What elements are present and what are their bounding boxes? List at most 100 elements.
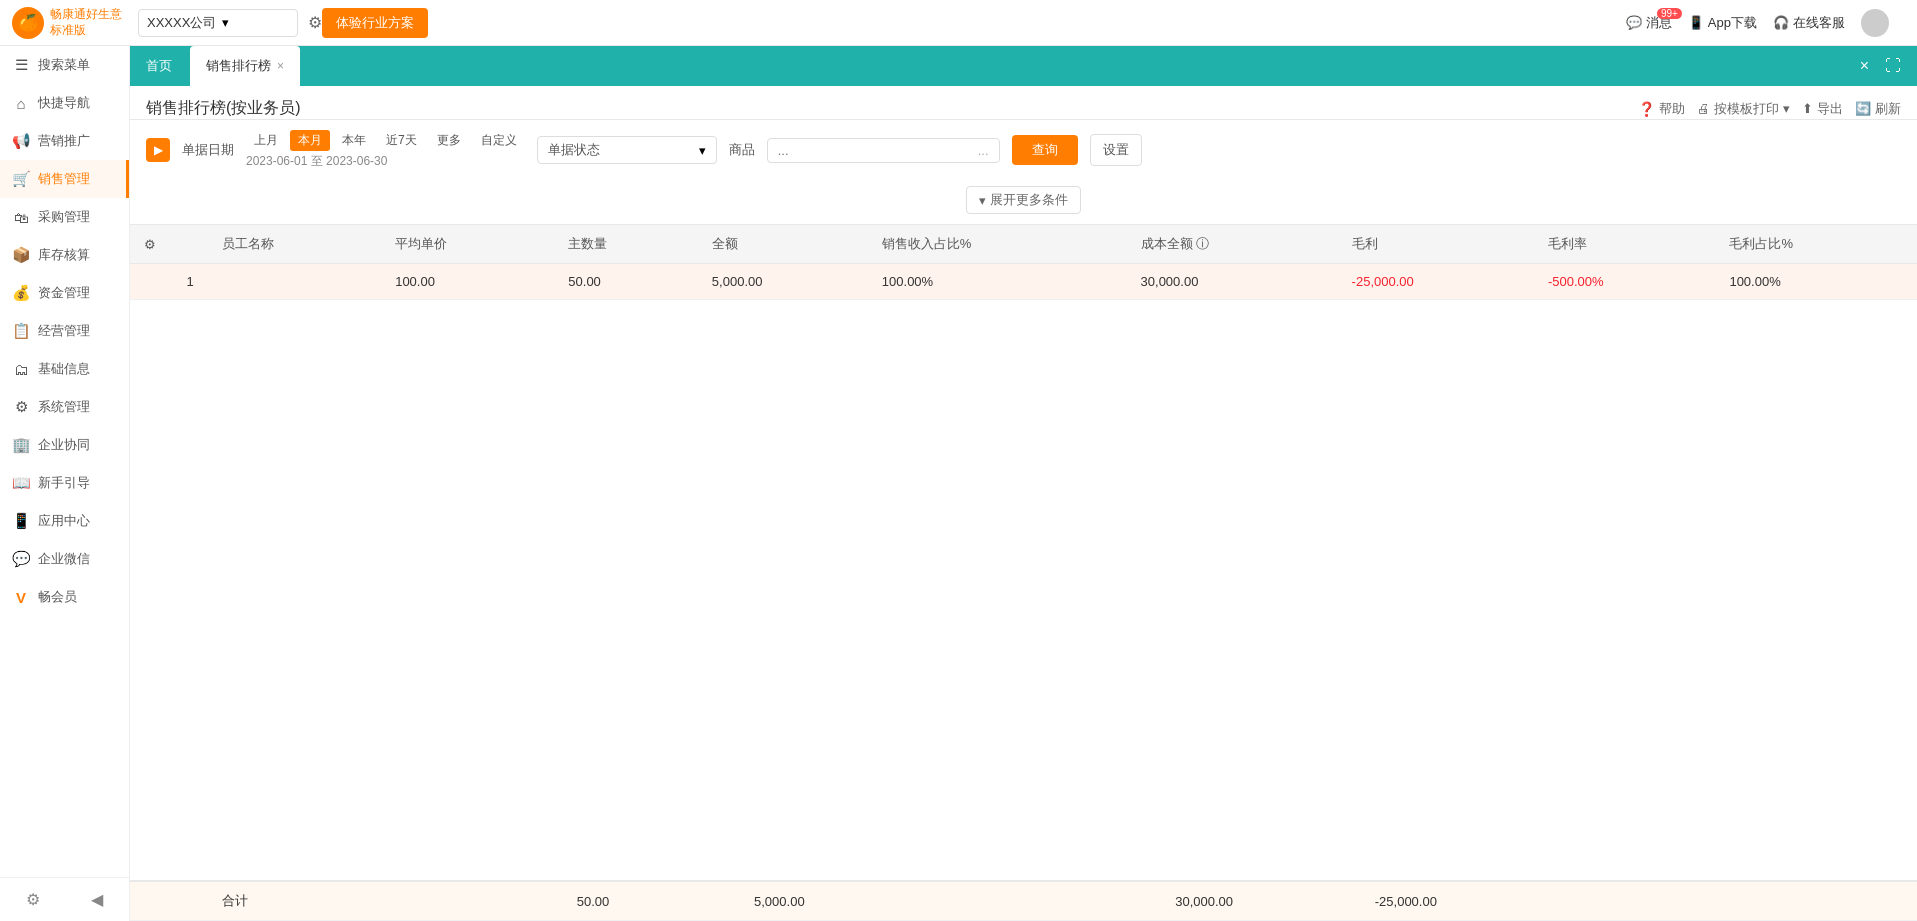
inventory-icon: 📦 <box>12 246 30 264</box>
window-max-btn[interactable]: ⛶ <box>1881 53 1905 79</box>
date-tab-7days[interactable]: 近7天 <box>378 130 425 151</box>
chevron-down-icon: ▾ <box>222 15 229 30</box>
goods-input[interactable] <box>778 143 978 158</box>
sidebar-label: 快捷导航 <box>38 94 90 112</box>
sidebar-item-quick-nav[interactable]: ⌂ 快捷导航 <box>0 84 129 122</box>
guide-icon: 📖 <box>12 474 30 492</box>
goods-label: 商品 <box>729 141 755 159</box>
status-chevron-icon: ▾ <box>699 143 706 158</box>
sidebar-item-system[interactable]: ⚙ 系统管理 <box>0 388 129 426</box>
app-center-icon: 📱 <box>12 512 30 530</box>
base-info-icon: 🗂 <box>12 361 30 378</box>
company-selector[interactable]: XXXXX公司 ▾ <box>138 9 298 37</box>
refresh-icon: 🔄 <box>1855 101 1871 116</box>
col-amount: 全额 <box>700 225 870 264</box>
row-profit: -25,000.00 <box>1340 264 1536 300</box>
sidebar-item-base-info[interactable]: 🗂 基础信息 <box>0 350 129 388</box>
row-rank: 1 <box>170 264 210 300</box>
export-icon: ⬆ <box>1802 101 1813 116</box>
date-label: 单据日期 <box>182 141 234 159</box>
download-icon: 📱 <box>1688 15 1704 30</box>
sidebar-item-search[interactable]: ☰ 搜索菜单 <box>0 46 129 84</box>
expand-icon: ▾ <box>979 193 986 208</box>
sidebar-label: 基础信息 <box>38 360 90 378</box>
sidebar-item-app-center[interactable]: 📱 应用中心 <box>0 502 129 540</box>
date-tab-last-month[interactable]: 上月 <box>246 130 286 151</box>
sidebar-item-marketing[interactable]: 📢 营销推广 <box>0 122 129 160</box>
settings-icon-btn[interactable]: ⚙ <box>308 13 322 32</box>
row-settings <box>130 264 170 300</box>
sidebar-item-operations[interactable]: 📋 经营管理 <box>0 312 129 350</box>
data-table: ⚙ 员工名称 平均单价 主数量 全额 销售收入占比% 成本全额 ⓘ 毛利 毛利率 <box>130 225 1917 300</box>
sidebar-item-wechat[interactable]: 💬 企业微信 <box>0 540 129 578</box>
filter-expand-arrow[interactable]: ▶ <box>146 138 170 162</box>
sidebar-label: 库存核算 <box>38 246 90 264</box>
date-tab-custom[interactable]: 自定义 <box>473 130 525 151</box>
row-profit-rate: -500.00% <box>1536 264 1717 300</box>
user-avatar[interactable] <box>1861 9 1889 37</box>
sidebar-label: 新手引导 <box>38 474 90 492</box>
sidebar-item-purchase[interactable]: 🛍 采购管理 <box>0 198 129 236</box>
date-range: 2023-06-01 至 2023-06-30 <box>246 153 525 170</box>
export-btn[interactable]: ⬆ 导出 <box>1802 100 1843 118</box>
member-icon: V <box>12 589 30 606</box>
table-settings-btn[interactable]: 设置 <box>1090 134 1142 166</box>
online-service-btn[interactable]: 🎧 在线客服 <box>1773 14 1845 32</box>
expand-conditions-btn[interactable]: ▾ 展开更多条件 <box>966 186 1081 214</box>
logo-area: 🍊 畅康通好生意 标准版 <box>12 7 122 39</box>
sidebar-item-inventory[interactable]: 📦 库存核算 <box>0 236 129 274</box>
date-tab-more[interactable]: 更多 <box>429 130 469 151</box>
enterprise-icon: 🏢 <box>12 436 30 454</box>
logo-icon: 🍊 <box>12 7 44 39</box>
wechat-icon: 💬 <box>12 550 30 568</box>
col-rank <box>170 225 210 264</box>
page-content: 销售排行榜(按业务员) ❓ 帮助 🖨 按模板打印 ▾ ⬆ <box>130 86 1917 921</box>
sidebar-label: 经营管理 <box>38 322 90 340</box>
date-tab-this-month[interactable]: 本月 <box>290 130 330 151</box>
status-select[interactable]: 单据状态 ▾ <box>537 136 717 164</box>
sidebar-collapse-btn[interactable]: ◀ <box>83 886 111 913</box>
tab-label: 销售排行榜 <box>206 57 271 75</box>
query-btn[interactable]: 查询 <box>1012 135 1078 165</box>
footer-avg-price <box>387 882 564 921</box>
tab-close-icon[interactable]: × <box>277 59 284 73</box>
goods-input-container: ... <box>767 138 1000 163</box>
sidebar-label: 搜索菜单 <box>38 56 90 74</box>
goods-more-icon[interactable]: ... <box>978 143 989 158</box>
window-close-btn[interactable]: × <box>1856 53 1873 79</box>
date-tab-this-year[interactable]: 本年 <box>334 130 374 151</box>
top-bar: 🍊 畅康通好生意 标准版 XXXXX公司 ▾ ⚙ 体验行业方案 💬 消息 99+… <box>0 0 1917 46</box>
footer-profit-pct <box>1740 882 1917 921</box>
sidebar-item-member[interactable]: V 畅会员 <box>0 578 129 616</box>
message-btn[interactable]: 💬 消息 99+ <box>1626 14 1672 32</box>
sidebar: ☰ 搜索菜单 ⌂ 快捷导航 📢 营销推广 🛒 销售管理 🛍 采购管理 📦 库 <box>0 46 130 921</box>
sidebar-item-enterprise[interactable]: 🏢 企业协同 <box>0 426 129 464</box>
refresh-btn[interactable]: 🔄 刷新 <box>1855 100 1901 118</box>
finance-icon: 💰 <box>12 284 30 302</box>
sidebar-item-sales[interactable]: 🛒 销售管理 <box>0 160 129 198</box>
col-settings[interactable]: ⚙ <box>130 225 170 264</box>
sidebar-label: 畅会员 <box>38 588 77 606</box>
sidebar-label: 营销推广 <box>38 132 90 150</box>
content-area: 首页 销售排行榜 × × ⛶ 销售排行榜(按业务员) <box>130 46 1917 921</box>
tab-sales-ranking[interactable]: 销售排行榜 × <box>190 46 300 86</box>
tab-home[interactable]: 首页 <box>130 46 188 86</box>
sidebar-settings-btn[interactable]: ⚙ <box>18 886 48 913</box>
sidebar-item-guide[interactable]: 📖 新手引导 <box>0 464 129 502</box>
app-download-btn[interactable]: 📱 App下载 <box>1688 14 1757 32</box>
tab-actions: × ⛶ <box>1856 53 1917 79</box>
print-icon: 🖨 <box>1697 101 1710 116</box>
top-bar-right: 💬 消息 99+ 📱 App下载 🎧 在线客服 <box>1626 9 1905 37</box>
filter-area: ▶ 单据日期 上月 本月 本年 近7天 更多 自定义 <box>130 120 1917 225</box>
print-btn[interactable]: 🖨 按模板打印 ▾ <box>1697 100 1790 118</box>
col-sales-pct: 销售收入占比% <box>870 225 1129 264</box>
sidebar-item-finance[interactable]: 💰 资金管理 <box>0 274 129 312</box>
trial-btn[interactable]: 体验行业方案 <box>322 8 428 38</box>
footer-sales-pct <box>942 882 1164 921</box>
row-amount: 5,000.00 <box>700 264 870 300</box>
page-header: 销售排行榜(按业务员) ❓ 帮助 🖨 按模板打印 ▾ ⬆ <box>130 86 1917 120</box>
sales-icon: 🛒 <box>12 170 30 188</box>
row-avg-price: 100.00 <box>383 264 556 300</box>
sidebar-label: 资金管理 <box>38 284 90 302</box>
help-btn[interactable]: ❓ 帮助 <box>1638 100 1685 118</box>
